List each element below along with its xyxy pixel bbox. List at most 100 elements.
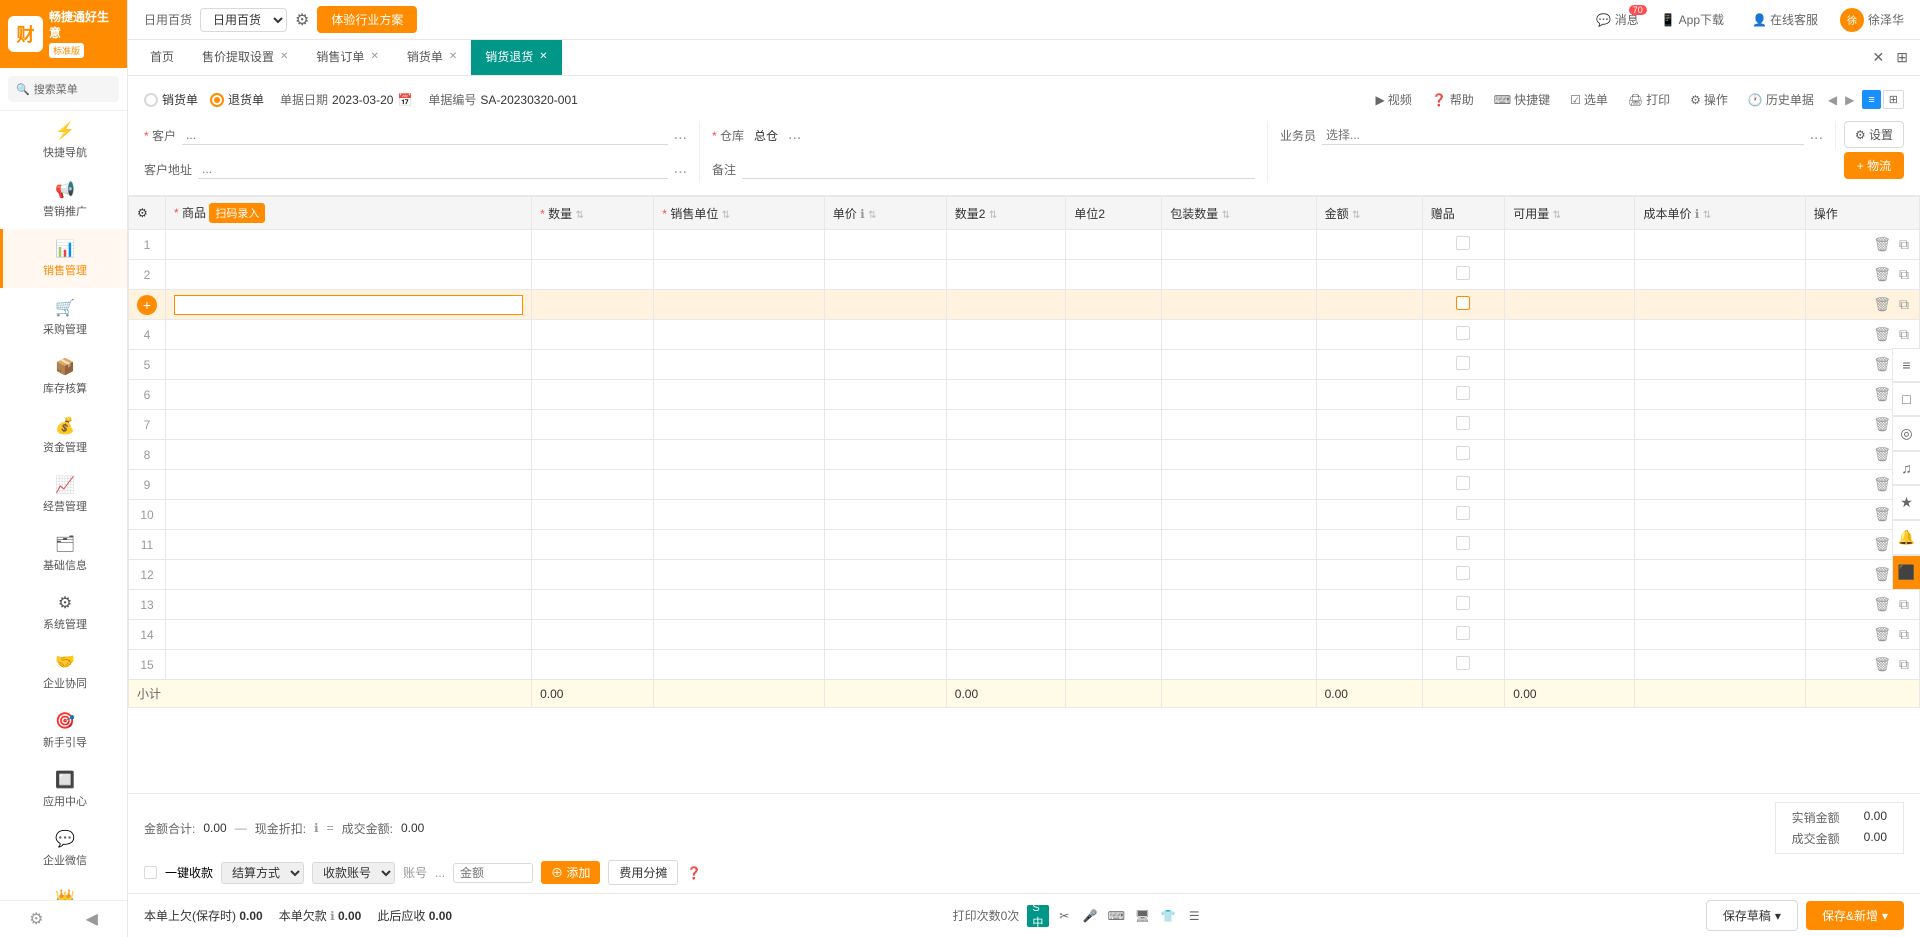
sidebar-item-purchase[interactable]: 🛒 采购管理: [0, 288, 127, 347]
row-available[interactable]: [1505, 260, 1635, 290]
help-debt-icon[interactable]: ℹ: [330, 909, 335, 923]
sidebar-item-apps[interactable]: 🔲 应用中心: [0, 760, 127, 819]
delete-row-button[interactable]: 🗑: [1871, 354, 1893, 375]
cost-sort-icon[interactable]: ⇅: [1703, 210, 1711, 221]
available-sort-icon[interactable]: ⇅: [1553, 210, 1561, 221]
right-panel-item-5[interactable]: ★: [1892, 485, 1920, 520]
right-panel-item-6[interactable]: 🔔: [1892, 520, 1920, 555]
app-download-button[interactable]: 📱 App下载: [1655, 8, 1730, 31]
copy-row-button[interactable]: ⧉: [1897, 264, 1911, 285]
row-amount[interactable]: [1316, 290, 1422, 320]
sidebar-item-inventory[interactable]: 📦 库存核算: [0, 347, 127, 406]
sidebar-item-sales[interactable]: 📊 销售管理: [0, 229, 127, 288]
row-pkg[interactable]: [1162, 230, 1316, 260]
sidebar-item-member[interactable]: 👑 畅会员: [0, 878, 127, 900]
row-quantity[interactable]: [532, 290, 654, 320]
row-qty2[interactable]: [946, 230, 1066, 260]
tab-sales-order[interactable]: 销售订单 ✕: [302, 40, 392, 75]
account-select[interactable]: 收款账号: [312, 862, 395, 884]
tabs-close-all-button[interactable]: ✕: [1869, 47, 1889, 68]
row-amount[interactable]: [1316, 260, 1422, 290]
tool-icon-1[interactable]: S中: [1027, 905, 1049, 927]
tab-sales-return[interactable]: 销货退货 ✕: [471, 40, 561, 75]
qty-sort-icon[interactable]: ⇅: [575, 210, 583, 221]
unit-sort-icon[interactable]: ⇅: [722, 210, 730, 221]
history-bill-button[interactable]: 🕐 历史单据: [1742, 88, 1820, 111]
tool-icon-2[interactable]: ✂: [1053, 905, 1075, 927]
tab-price-close-icon[interactable]: ✕: [280, 51, 288, 62]
sidebar-item-enterprise[interactable]: 🤝 企业协同: [0, 642, 127, 701]
amount-sort-icon[interactable]: ⇅: [1352, 210, 1360, 221]
row-cost[interactable]: [1635, 290, 1805, 320]
delete-row-button[interactable]: 🗑: [1871, 324, 1893, 345]
payment-amount-input[interactable]: [453, 863, 533, 883]
delete-row-button[interactable]: 🗑: [1871, 234, 1893, 255]
delete-row-button[interactable]: 🗑: [1871, 654, 1893, 675]
row-pkg[interactable]: [1162, 260, 1316, 290]
address-input[interactable]: [198, 160, 668, 179]
delete-row-button[interactable]: 🗑: [1871, 294, 1893, 315]
tool-icon-6[interactable]: 👕: [1157, 905, 1179, 927]
row-available[interactable]: [1505, 230, 1635, 260]
search-menu-button[interactable]: 🔍 搜索菜单: [8, 76, 119, 102]
fee-help-icon[interactable]: ❓: [686, 866, 701, 880]
row-pkg[interactable]: [1162, 290, 1316, 320]
row-unit2[interactable]: [1066, 230, 1162, 260]
add-payment-button[interactable]: ⊕ 添加: [541, 861, 600, 884]
col-settings-header[interactable]: ⚙: [129, 197, 166, 230]
product-input-active[interactable]: [174, 295, 523, 315]
salesperson-input[interactable]: [1322, 126, 1804, 145]
video-tutorial-button[interactable]: ▶ 视频: [1370, 88, 1418, 111]
sidebar-item-guide[interactable]: 🎯 新手引导: [0, 701, 127, 760]
row-available[interactable]: [1505, 290, 1635, 320]
copy-row-button[interactable]: ⧉: [1897, 624, 1911, 645]
tab-sales-order-close-icon[interactable]: ✕: [370, 51, 378, 62]
tool-icon-7[interactable]: ☰: [1183, 905, 1205, 927]
row-cost[interactable]: [1635, 230, 1805, 260]
right-panel-item-4[interactable]: ♫: [1892, 451, 1920, 485]
print-button[interactable]: 🖨 打印: [1622, 88, 1676, 111]
right-panel-item-2[interactable]: □: [1892, 382, 1920, 416]
warehouse-dots-icon[interactable]: ...: [788, 126, 801, 144]
radio-sales-bill[interactable]: 销货单: [144, 91, 198, 108]
row-gift[interactable]: [1422, 260, 1505, 290]
save-new-button[interactable]: 保存&新增 ▾: [1806, 901, 1904, 930]
customer-input[interactable]: [182, 126, 668, 145]
sidebar-item-basic[interactable]: 🗂 基础信息: [0, 524, 127, 583]
row-price[interactable]: [824, 290, 946, 320]
delete-row-button[interactable]: 🗑: [1871, 384, 1893, 405]
select-order-button[interactable]: ☑ 选单: [1564, 88, 1614, 111]
qty2-sort-icon[interactable]: ⇅: [989, 210, 997, 221]
row-product[interactable]: [166, 290, 532, 320]
row-cost[interactable]: [1635, 260, 1805, 290]
help-icon2[interactable]: ℹ: [314, 821, 319, 835]
row-unit[interactable]: [654, 290, 825, 320]
row-qty2[interactable]: [946, 290, 1066, 320]
breadcrumb-select[interactable]: 日用百货: [200, 8, 287, 32]
help-button[interactable]: ❓ 帮助: [1426, 88, 1480, 111]
price-info-icon[interactable]: ℹ: [860, 207, 865, 221]
online-service-button[interactable]: 👤 在线客服: [1746, 8, 1824, 31]
nav-prev-icon[interactable]: ◀: [1828, 93, 1837, 107]
tool-icon-3[interactable]: 🎤: [1079, 905, 1101, 927]
delete-row-button[interactable]: 🗑: [1871, 444, 1893, 465]
operation-button[interactable]: ⚙ 操作: [1684, 88, 1734, 111]
fee-split-button[interactable]: 费用分摊: [608, 860, 678, 885]
sidebar-item-shortcut[interactable]: ⚡ 快捷导航: [0, 111, 127, 170]
delete-row-button[interactable]: 🗑: [1871, 534, 1893, 555]
settlement-method-select[interactable]: 结算方式: [221, 862, 304, 884]
delete-row-button[interactable]: 🗑: [1871, 564, 1893, 585]
nav-next-icon[interactable]: ▶: [1845, 93, 1854, 107]
copy-row-button[interactable]: ⧉: [1897, 234, 1911, 255]
sidebar-item-operations[interactable]: 📈 经营管理: [0, 465, 127, 524]
sidebar-item-finance[interactable]: 💰 资金管理: [0, 406, 127, 465]
tool-icon-4[interactable]: ⌨: [1105, 905, 1127, 927]
copy-row-button[interactable]: ⧉: [1897, 294, 1911, 315]
one-key-pay-checkbox[interactable]: [144, 866, 157, 879]
sidebar-item-wechat[interactable]: 💬 企业微信: [0, 819, 127, 878]
calendar-icon[interactable]: 📅: [397, 93, 412, 107]
sidebar-item-system[interactable]: ⚙ 系统管理: [0, 583, 127, 642]
right-panel-item-1[interactable]: ≡: [1892, 348, 1920, 382]
row-unit[interactable]: [654, 230, 825, 260]
row-quantity[interactable]: [532, 230, 654, 260]
